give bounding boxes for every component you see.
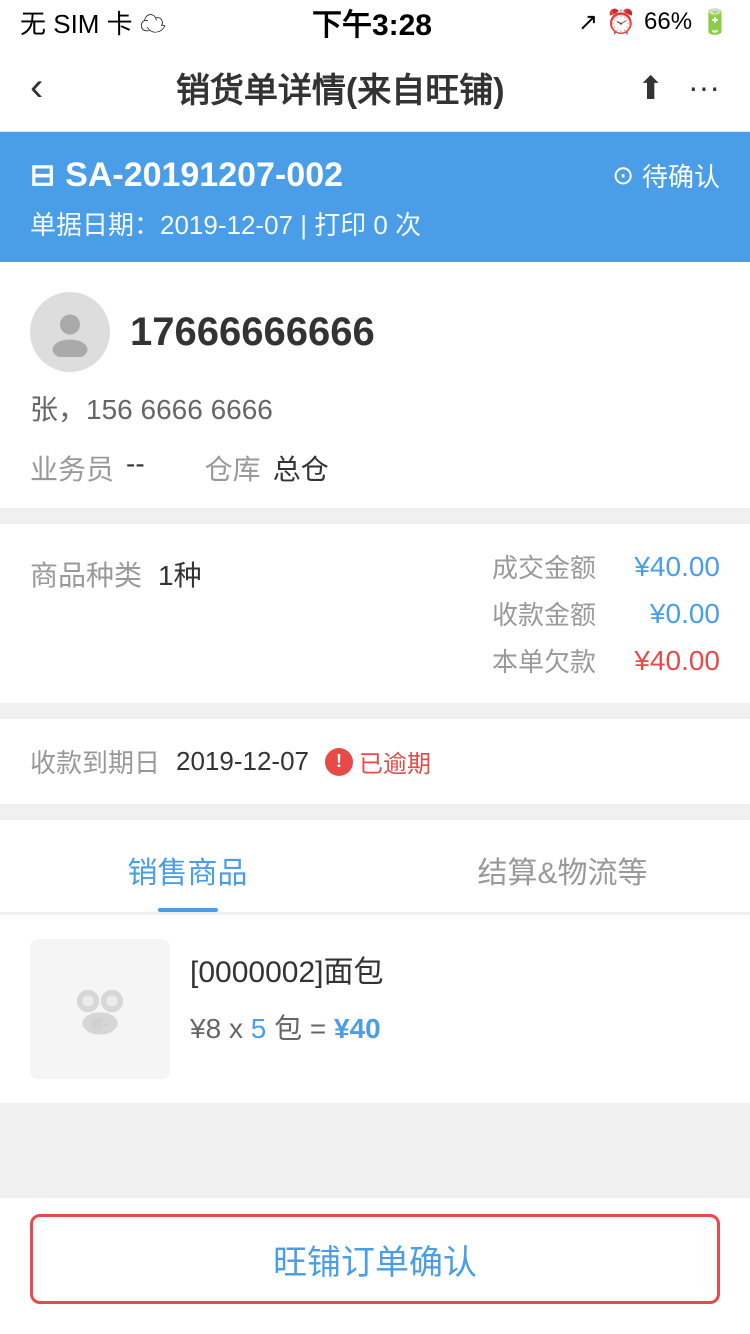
product-item: 管+ [0000002]面包 ¥8 x 5 包 = ¥40	[30, 939, 720, 1079]
payment-row: 收款金额 ¥0.00	[492, 595, 720, 632]
tabs-section: 销售商品 结算&物流等	[0, 820, 750, 913]
product-total: ¥40	[334, 1013, 381, 1044]
nav-bar: ‹ 销货单详情(来自旺铺) ⬆ ···	[0, 44, 750, 132]
customer-meta: 业务员 -- 仓库 总仓	[30, 448, 720, 488]
confirm-order-button[interactable]: 旺铺订单确认	[30, 1214, 720, 1304]
location-icon: ↗	[578, 8, 598, 37]
due-date-value: 2019-12-07	[176, 746, 309, 777]
product-type-label: 商品种类	[30, 554, 142, 594]
due-date-label: 收款到期日	[30, 743, 160, 780]
warehouse-item: 仓库 总仓	[205, 448, 329, 488]
warehouse-label: 仓库	[205, 448, 261, 488]
tabs-bar: 销售商品 结算&物流等	[0, 820, 750, 913]
back-button[interactable]: ‹	[30, 65, 43, 110]
summary-section: 商品种类 1种 成交金额 ¥40.00 收款金额 ¥0.00 本单欠款 ¥40.…	[0, 524, 750, 703]
order-date: 单据日期：2019-12-07 | 打印 0 次	[30, 205, 720, 242]
product-info: [0000002]面包 ¥8 x 5 包 = ¥40	[190, 939, 720, 1047]
product-multiply: x	[229, 1013, 251, 1044]
battery-icon: 🔋	[700, 8, 730, 37]
product-type-count: 1种	[158, 554, 202, 594]
salesperson-value: --	[126, 448, 145, 488]
status-text: 待确认	[642, 157, 720, 194]
balance-label: 本单欠款	[492, 642, 596, 679]
summary-right: 成交金额 ¥40.00 收款金额 ¥0.00 本单欠款 ¥40.00	[492, 548, 720, 679]
status-bar-left: 无 SIM 卡 ☁	[20, 4, 166, 41]
product-unit: 包	[274, 1013, 302, 1044]
bottom-bar: 旺铺订单确认	[0, 1197, 750, 1334]
customer-section: 17666666666 张，156 6666 6666 业务员 -- 仓库 总仓	[0, 262, 750, 508]
nav-right: ⬆ ···	[637, 69, 720, 107]
customer-phone: 17666666666	[130, 310, 375, 355]
customer-avatar	[30, 292, 110, 372]
overdue-badge: ! 已逾期	[325, 744, 431, 779]
more-icon[interactable]: ···	[688, 69, 720, 106]
svg-text:管+: 管+	[91, 1017, 109, 1031]
product-equals: =	[310, 1013, 334, 1044]
salesperson-label: 业务员	[30, 448, 114, 488]
nav-title: 销货单详情(来自旺铺)	[176, 63, 505, 112]
product-unit-price: ¥8	[190, 1013, 221, 1044]
order-header: ⊟ SA-20191207-002 ⊙ 待确认 单据日期：2019-12-07 …	[0, 132, 750, 262]
battery-status: 66%	[644, 8, 692, 36]
transaction-value: ¥40.00	[620, 551, 720, 583]
order-id-text: SA-20191207-002	[65, 156, 343, 195]
transaction-row: 成交金额 ¥40.00	[492, 548, 720, 585]
share-icon[interactable]: ⬆	[637, 69, 664, 107]
customer-row: 17666666666	[30, 292, 720, 372]
tab-sales-products[interactable]: 销售商品	[0, 820, 375, 912]
warehouse-value: 总仓	[273, 448, 329, 488]
order-id: ⊟ SA-20191207-002	[30, 156, 343, 195]
customer-name: 张，156 6666 6666	[30, 388, 720, 428]
product-qty: 5	[251, 1013, 267, 1044]
overdue-text: 已逾期	[359, 744, 431, 779]
salesperson-item: 业务员 --	[30, 448, 145, 488]
status-bar-right: ↗ ⏰ 66% 🔋	[578, 8, 730, 37]
payment-value: ¥0.00	[620, 598, 720, 630]
product-thumbnail: 管+	[30, 939, 170, 1079]
status-bar-time: 下午3:28	[312, 0, 432, 44]
balance-row: 本单欠款 ¥40.00	[492, 642, 720, 679]
product-price: ¥8 x 5 包 = ¥40	[190, 1007, 720, 1047]
product-section: 管+ [0000002]面包 ¥8 x 5 包 = ¥40	[0, 915, 750, 1103]
alarm-icon: ⏰	[606, 8, 636, 37]
transaction-label: 成交金额	[492, 548, 596, 585]
payment-label: 收款金额	[492, 595, 596, 632]
overdue-icon: !	[325, 748, 353, 776]
sim-status: 无 SIM 卡 ☁	[20, 4, 166, 41]
order-header-top: ⊟ SA-20191207-002 ⊙ 待确认	[30, 156, 720, 195]
tab-settlement[interactable]: 结算&物流等	[375, 820, 750, 912]
status-bar: 无 SIM 卡 ☁ 下午3:28 ↗ ⏰ 66% 🔋	[0, 0, 750, 44]
order-status: ⊙ 待确认	[612, 157, 720, 194]
product-name: [0000002]面包	[190, 947, 720, 991]
summary-left: 商品种类 1种	[30, 548, 202, 594]
clock-icon: ⊙	[612, 160, 634, 191]
nav-left: ‹	[30, 65, 43, 110]
due-section: 收款到期日 2019-12-07 ! 已逾期	[0, 719, 750, 804]
balance-value: ¥40.00	[620, 645, 720, 677]
order-icon: ⊟	[30, 158, 55, 193]
